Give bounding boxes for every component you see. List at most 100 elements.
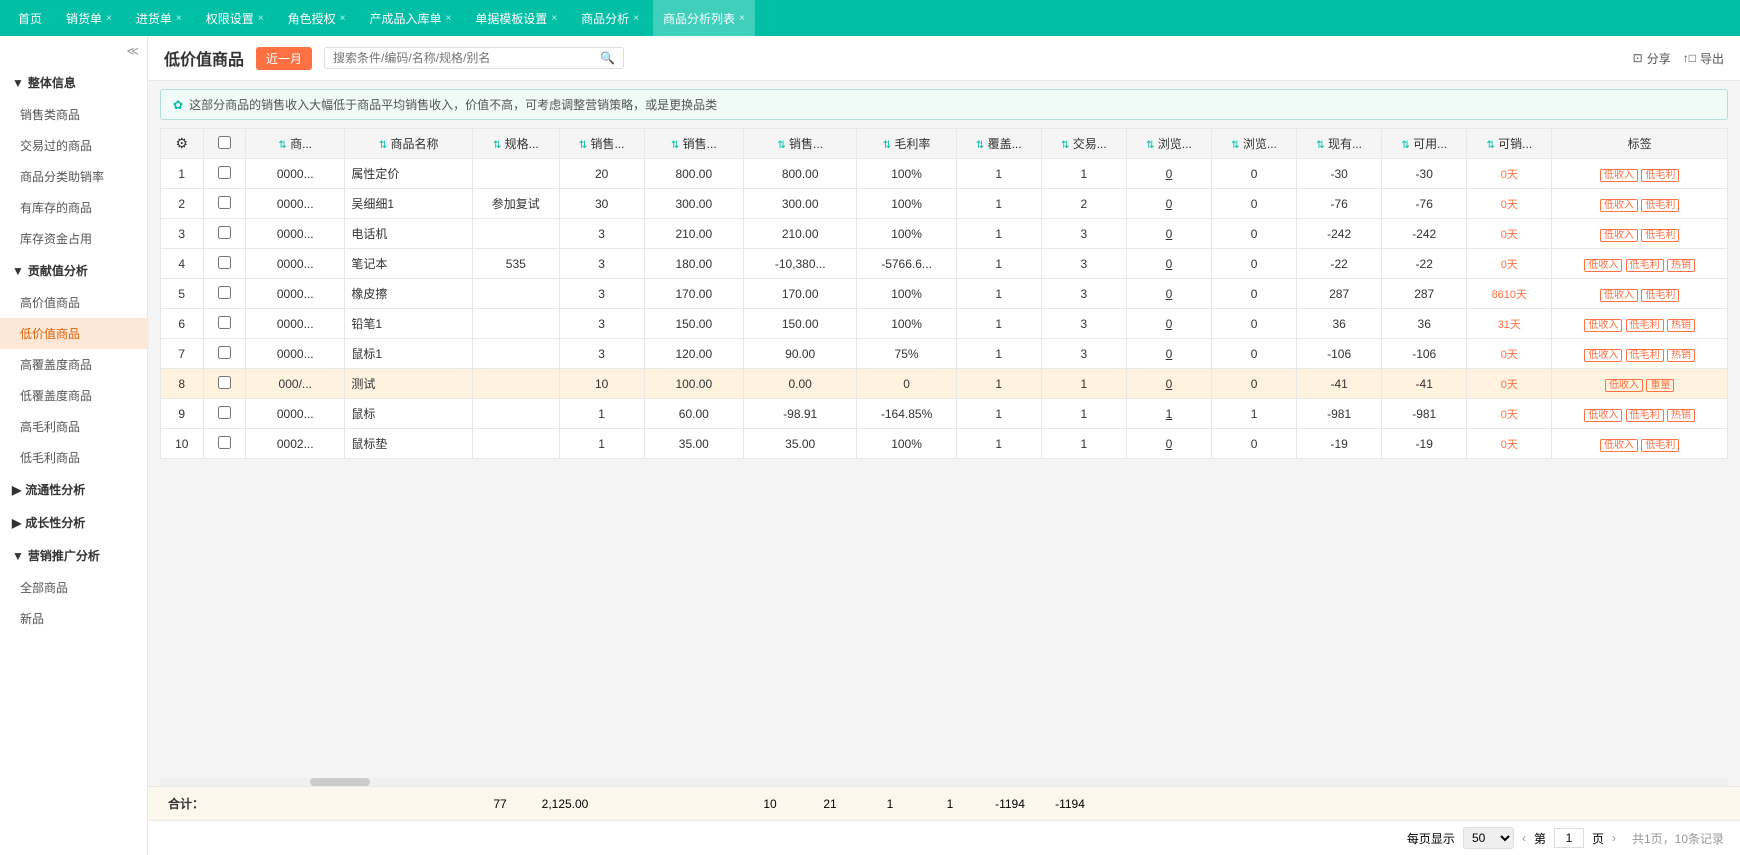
per-page-select[interactable]: 50 100 200 — [1463, 827, 1514, 849]
col-header-5[interactable]: ⇅ 销售... — [559, 129, 644, 159]
sidebar-item-高价值商品[interactable]: 高价值商品 — [0, 287, 147, 318]
nav-item-销货单[interactable]: 销货单× — [56, 0, 122, 36]
nav-item-角色授权[interactable]: 角色授权× — [278, 0, 356, 36]
sidebar-item-低覆盖度商品[interactable]: 低覆盖度商品 — [0, 380, 147, 411]
nav-close-角色授权[interactable]: × — [340, 13, 346, 24]
nav-close-商品分析[interactable]: × — [633, 13, 639, 24]
prev-page-button[interactable]: ‹ — [1522, 831, 1526, 845]
nav-item-商品分析列表[interactable]: 商品分析列表× — [653, 0, 755, 36]
page-number-input[interactable] — [1554, 828, 1584, 848]
tag-10-0: 低收入 — [1600, 439, 1638, 452]
browse-link-3[interactable]: 0 — [1166, 227, 1173, 241]
gear-icon[interactable]: ⚙ — [175, 135, 188, 151]
row-checkbox-10[interactable] — [218, 436, 231, 449]
nav-item-单据模板设置[interactable]: 单据模板设置× — [465, 0, 567, 36]
row-checkbox-1[interactable] — [218, 166, 231, 179]
browse-link-7[interactable]: 0 — [1166, 347, 1173, 361]
row-col2: 300.00 — [644, 189, 743, 219]
row-checkbox-5[interactable] — [218, 286, 231, 299]
sidebar-item-商品分类助销率[interactable]: 商品分类助销率 — [0, 161, 147, 192]
horizontal-scrollbar[interactable] — [160, 778, 1728, 786]
nav-close-产成品入库单[interactable]: × — [445, 13, 451, 24]
nav-close-商品分析列表[interactable]: × — [739, 13, 745, 24]
tag-4-1: 低毛利 — [1626, 259, 1664, 272]
search-icon[interactable]: 🔍 — [600, 51, 615, 65]
row-checkbox-7[interactable] — [218, 346, 231, 359]
row-checkbox-4[interactable] — [218, 256, 231, 269]
col-header-2[interactable]: ⇅ 商... — [246, 129, 345, 159]
browse-link-2[interactable]: 0 — [1166, 197, 1173, 211]
sidebar-group-贡献值分析[interactable]: ▼ 贡献值分析 — [0, 254, 147, 287]
total-col8: 1 — [920, 797, 980, 811]
browse-link-9[interactable]: 1 — [1166, 407, 1173, 421]
nav-item-进货单[interactable]: 进货单× — [126, 0, 192, 36]
browse-link-4[interactable]: 0 — [1166, 257, 1173, 271]
sidebar-group-成长性分析[interactable]: ▶ 成长性分析 — [0, 506, 147, 539]
search-input[interactable] — [333, 51, 596, 65]
row-col1: 20 — [559, 159, 644, 189]
row-col9: -242 — [1297, 219, 1382, 249]
row-checkbox-2[interactable] — [218, 196, 231, 209]
col-header-3[interactable]: ⇅ 商品名称 — [345, 129, 473, 159]
col-header-9[interactable]: ⇅ 覆盖... — [956, 129, 1041, 159]
sidebar-item-新品[interactable]: 新品 — [0, 603, 147, 634]
row-col9: -981 — [1297, 399, 1382, 429]
sidebar-group-营销推广分析[interactable]: ▼ 营销推广分析 — [0, 539, 147, 572]
days-tag-2: 0天 — [1501, 199, 1518, 211]
sidebar-item-全部商品[interactable]: 全部商品 — [0, 572, 147, 603]
filter-button[interactable]: 近一月 — [256, 47, 312, 70]
nav-item-商品分析[interactable]: 商品分析× — [571, 0, 649, 36]
sidebar-item-低价值商品[interactable]: 低价值商品 — [0, 318, 147, 349]
tag-7-2: 热销 — [1667, 349, 1695, 362]
row-checkbox-6[interactable] — [218, 316, 231, 329]
tag-8-1: 重量 — [1646, 379, 1674, 392]
nav-close-销货单[interactable]: × — [106, 13, 112, 24]
sidebar-item-库存资金占用[interactable]: 库存资金占用 — [0, 223, 147, 254]
row-col5: 1 — [956, 219, 1041, 249]
nav-close-单据模板设置[interactable]: × — [551, 13, 557, 24]
row-checkbox-8[interactable] — [218, 376, 231, 389]
sidebar-item-有库存的商品[interactable]: 有库存的商品 — [0, 192, 147, 223]
col-header-14[interactable]: ⇅ 可用... — [1382, 129, 1467, 159]
col-header-4[interactable]: ⇅ 规格... — [473, 129, 560, 159]
col-header-8[interactable]: ⇅ 毛利率 — [857, 129, 956, 159]
browse-link-10[interactable]: 0 — [1166, 437, 1173, 451]
row-checkbox-9[interactable] — [218, 406, 231, 419]
row-spec: 535 — [473, 249, 560, 279]
nav-item-产成品入库单[interactable]: 产成品入库单× — [359, 0, 461, 36]
row-col8: 0 — [1211, 279, 1296, 309]
row-col8: 0 — [1211, 219, 1296, 249]
nav-close-权限设置[interactable]: × — [258, 13, 264, 24]
next-page-button[interactable]: › — [1612, 831, 1616, 845]
browse-link-6[interactable]: 0 — [1166, 317, 1173, 331]
row-col5: 1 — [956, 309, 1041, 339]
sidebar-group-流通性分析[interactable]: ▶ 流通性分析 — [0, 473, 147, 506]
col-header-7[interactable]: ⇅ 销售... — [743, 129, 856, 159]
col-header-11[interactable]: ⇅ 浏览... — [1126, 129, 1211, 159]
col-header-15[interactable]: ⇅ 可销... — [1467, 129, 1552, 159]
export-button[interactable]: ↑□ 导出 — [1683, 50, 1724, 67]
select-all-checkbox[interactable] — [218, 136, 231, 149]
sidebar-item-交易过的商品[interactable]: 交易过的商品 — [0, 130, 147, 161]
browse-link-8[interactable]: 0 — [1166, 377, 1173, 391]
sidebar-item-销售类商品[interactable]: 销售类商品 — [0, 99, 147, 130]
col-header-10[interactable]: ⇅ 交易... — [1041, 129, 1126, 159]
browse-link-5[interactable]: 0 — [1166, 287, 1173, 301]
row-checkbox-3[interactable] — [218, 226, 231, 239]
nav-close-进货单[interactable]: × — [176, 13, 182, 24]
sidebar-item-高覆盖度商品[interactable]: 高覆盖度商品 — [0, 349, 147, 380]
row-name: 测试 — [345, 369, 473, 399]
sidebar-item-低毛利商品[interactable]: 低毛利商品 — [0, 442, 147, 473]
nav-item-首页[interactable]: 首页 — [8, 0, 52, 36]
sidebar-item-高毛利商品[interactable]: 高毛利商品 — [0, 411, 147, 442]
sidebar-group-整体信息[interactable]: ▼ 整体信息 — [0, 66, 147, 99]
nav-item-权限设置[interactable]: 权限设置× — [196, 0, 274, 36]
total-col9: -1194 — [980, 797, 1040, 811]
browse-link-1[interactable]: 0 — [1166, 167, 1173, 181]
share-button[interactable]: ⊡ 分享 — [1633, 50, 1671, 67]
col-header-12[interactable]: ⇅ 浏览... — [1211, 129, 1296, 159]
col-header-13[interactable]: ⇅ 现有... — [1297, 129, 1382, 159]
col-header-6[interactable]: ⇅ 销售... — [644, 129, 743, 159]
row-index: 3 — [161, 219, 204, 249]
sidebar-collapse-button[interactable]: ≪ — [0, 36, 147, 66]
